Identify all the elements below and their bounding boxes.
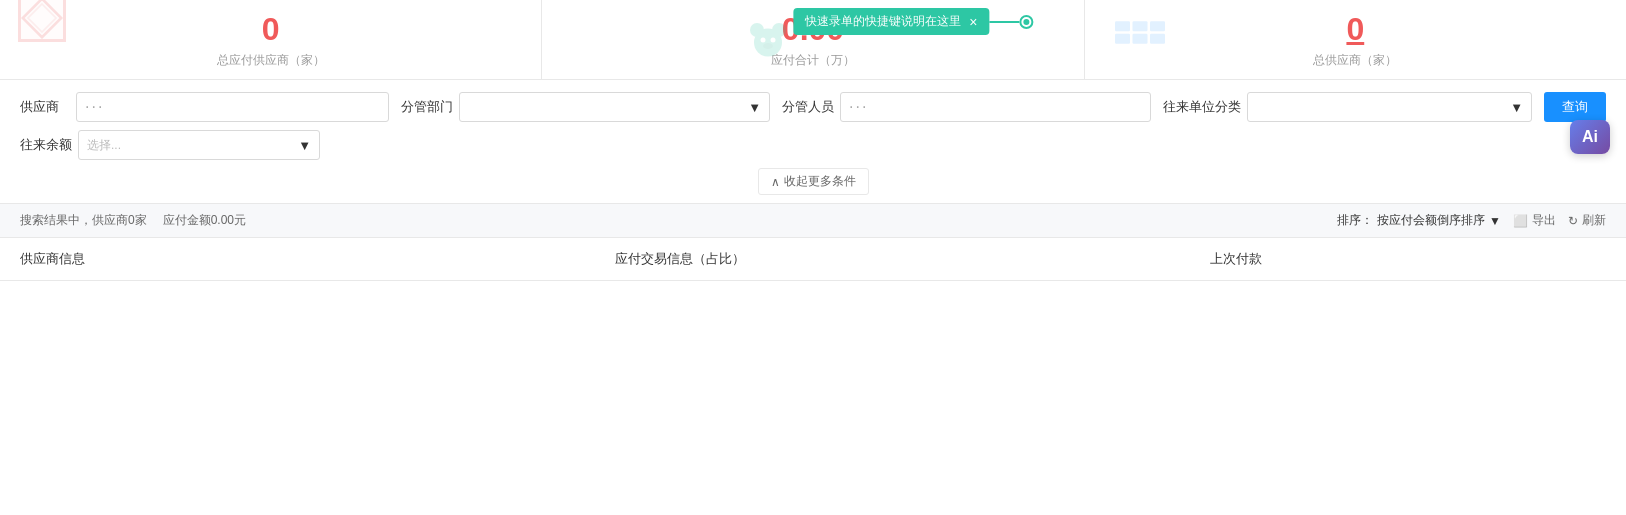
supplier-label: 供应商: [20, 98, 70, 116]
results-summary: 搜索结果中，供应商0家 应付金额0.00元: [20, 212, 246, 229]
unit-category-arrow-icon: ▼: [1510, 100, 1523, 115]
export-button[interactable]: ⬜ 导出: [1513, 212, 1556, 229]
results-summary-text: 搜索结果中，供应商0家: [20, 212, 147, 229]
tooltip-balloon: 快速录单的快捷键说明在这里 ×: [793, 8, 989, 35]
table-body: [0, 281, 1626, 515]
svg-rect-11: [1115, 33, 1130, 43]
svg-point-4: [772, 23, 786, 37]
svg-rect-13: [1150, 33, 1165, 43]
unit-category-select[interactable]: ▼: [1247, 92, 1532, 122]
filter-row-1: 供应商 ··· 分管部门 ▼ 分管人员 ··· 往来单位分类 ▼: [20, 92, 1606, 122]
ai-button[interactable]: Ai: [1570, 120, 1610, 154]
tooltip-close-button[interactable]: ×: [969, 15, 977, 29]
export-label: 导出: [1532, 212, 1556, 229]
svg-rect-12: [1132, 33, 1147, 43]
stats-total-suppliers: 0 总供应商（家）: [1085, 0, 1626, 79]
department-label: 分管部门: [401, 98, 453, 116]
stats-total-payable-suppliers: 0 总应付供应商（家）: [0, 0, 542, 79]
balance-arrow-icon: ▼: [298, 138, 311, 153]
stats-bar: 0 总应付供应商（家） 快速录单的快捷键说明在这里 × 0.00 应付合计（万）: [0, 0, 1626, 80]
table-header: 供应商信息 应付交易信息（占比） 上次付款: [0, 238, 1626, 281]
bear-icon: [743, 15, 793, 65]
filter-row-2: 往来余额 选择... ▼: [20, 130, 1606, 160]
svg-rect-10: [1150, 21, 1165, 31]
diamond-icon: [18, 0, 66, 42]
svg-rect-8: [1115, 21, 1130, 31]
supplier-input[interactable]: ···: [76, 92, 389, 122]
collapse-label: 收起更多条件: [784, 173, 856, 190]
results-amount-text: 应付金额0.00元: [163, 212, 246, 229]
balance-label: 往来余额: [20, 136, 72, 154]
filter-bar: 供应商 ··· 分管部门 ▼ 分管人员 ··· 往来单位分类 ▼: [0, 80, 1626, 204]
person-filter: 分管人员 ···: [782, 92, 1151, 122]
svg-point-7: [763, 43, 773, 49]
stats-payable-total: 快速录单的快捷键说明在这里 × 0.00 应付合计（万）: [542, 0, 1084, 79]
col-last-payment-header: 上次付款: [1210, 250, 1607, 268]
supplier-dots: ···: [85, 98, 104, 116]
unit-category-filter: 往来单位分类 ▼: [1163, 92, 1532, 122]
refresh-icon: ↻: [1568, 214, 1578, 228]
export-icon: ⬜: [1513, 214, 1528, 228]
svg-point-3: [750, 23, 764, 37]
collapse-row: ∧ 收起更多条件: [20, 168, 1606, 195]
query-button[interactable]: 查询: [1544, 92, 1606, 122]
svg-point-5: [760, 37, 765, 42]
unit-category-label: 往来单位分类: [1163, 98, 1241, 116]
grid-icon: [1115, 20, 1165, 60]
sort-value: 按应付会额倒序排序: [1377, 212, 1485, 229]
total-payable-label: 总应付供应商（家）: [217, 52, 325, 69]
results-actions: 排序： 按应付会额倒序排序 ▼ ⬜ 导出 ↻ 刷新: [1337, 212, 1606, 229]
department-arrow-icon: ▼: [748, 100, 761, 115]
col-supplier-header: 供应商信息: [20, 250, 615, 268]
svg-point-6: [770, 37, 775, 42]
person-input[interactable]: ···: [840, 92, 1151, 122]
collapse-button[interactable]: ∧ 收起更多条件: [758, 168, 869, 195]
refresh-button[interactable]: ↻ 刷新: [1568, 212, 1606, 229]
total-payable-number: 0: [262, 10, 280, 48]
department-filter: 分管部门 ▼: [401, 92, 770, 122]
balance-placeholder: 选择...: [87, 137, 121, 154]
person-dots: ···: [849, 98, 868, 116]
total-suppliers-number: 0: [1346, 10, 1364, 48]
results-bar: 搜索结果中，供应商0家 应付金额0.00元 排序： 按应付会额倒序排序 ▼ ⬜ …: [0, 204, 1626, 238]
tooltip-dot: [1022, 17, 1032, 27]
tooltip-text: 快速录单的快捷键说明在这里: [805, 13, 961, 30]
person-label: 分管人员: [782, 98, 834, 116]
svg-rect-9: [1132, 21, 1147, 31]
table: 供应商信息 应付交易信息（占比） 上次付款: [0, 238, 1626, 515]
collapse-chevron-icon: ∧: [771, 175, 780, 189]
refresh-label: 刷新: [1582, 212, 1606, 229]
department-select[interactable]: ▼: [459, 92, 770, 122]
sort-select[interactable]: 排序： 按应付会额倒序排序 ▼: [1337, 212, 1501, 229]
balance-filter: 往来余额 选择... ▼: [20, 130, 320, 160]
balance-select[interactable]: 选择... ▼: [78, 130, 320, 160]
supplier-filter: 供应商 ···: [20, 92, 389, 122]
sort-arrow-icon: ▼: [1489, 214, 1501, 228]
sort-label: 排序：: [1337, 212, 1373, 229]
col-transaction-header: 应付交易信息（占比）: [615, 250, 1210, 268]
total-suppliers-label: 总供应商（家）: [1313, 52, 1397, 69]
